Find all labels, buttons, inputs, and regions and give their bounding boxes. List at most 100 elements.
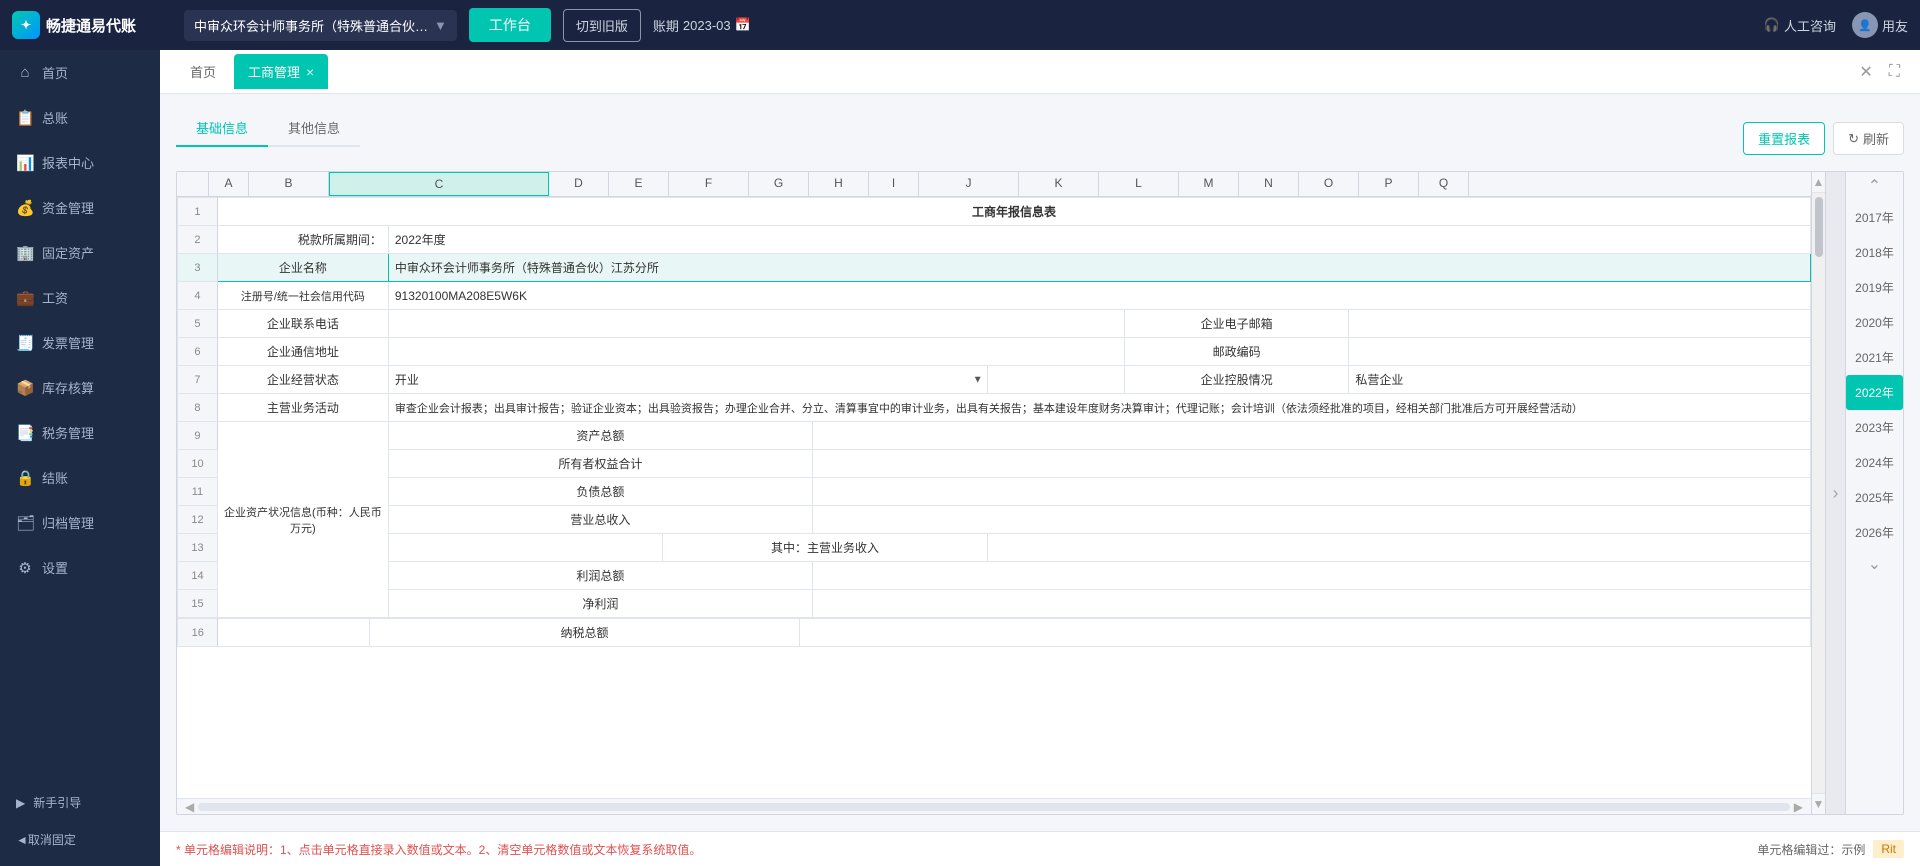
refresh-button[interactable]: ↻ 刷新 — [1833, 122, 1904, 155]
h-scroll-track[interactable] — [198, 803, 1790, 811]
spreadsheet-wrapper: A B C D E F G H I J K L M N O — [176, 171, 1904, 815]
row-num-header — [177, 172, 209, 196]
period-prefix: 账期 — [653, 16, 679, 35]
table-row: 5 企业联系电话 企业电子邮箱 — [178, 310, 1811, 338]
table-cell-title[interactable]: 工商年报信息表 — [217, 198, 1810, 226]
sidebar-item-closing[interactable]: 🔒 结账 — [0, 455, 160, 500]
table-cell-activity[interactable]: 审查企业会计报表；出具审计报告；验证企业资本；出具验资报告；办理企业合并、分立、… — [388, 394, 1810, 422]
table-row: 3 企业名称 中审众环会计师事务所（特殊普通合伙）江苏分所 — [178, 254, 1811, 282]
year-item-2018[interactable]: 2018年 — [1846, 235, 1903, 270]
table-cell[interactable]: 2022年度 — [388, 226, 1810, 254]
year-collapse[interactable]: › — [1825, 172, 1845, 814]
service-button[interactable]: 🎧 人工咨询 — [1764, 16, 1836, 35]
h-scroll-right-icon[interactable]: ▶ — [1790, 800, 1807, 814]
table-cell: 其中：主营业务收入 — [663, 534, 987, 562]
year-item-2022[interactable]: 2022年 — [1846, 375, 1903, 410]
sidebar-item-report-label: 报表中心 — [42, 153, 94, 172]
sub-tab-other[interactable]: 其他信息 — [268, 110, 360, 147]
v-scroll-down-icon[interactable]: ▼ — [1812, 793, 1825, 814]
year-item-2023[interactable]: 2023年 — [1846, 410, 1903, 445]
table-row: 12 营业总收入 — [178, 506, 1811, 534]
calendar-icon[interactable]: 📅 — [735, 17, 751, 33]
tax-icon: 📑 — [16, 424, 34, 442]
sidebar-item-report[interactable]: 📊 报表中心 — [0, 140, 160, 185]
sidebar-item-capital[interactable]: 💰 资金管理 — [0, 185, 160, 230]
table-cell: 所有者权益合计 — [388, 450, 812, 478]
table-cell[interactable] — [799, 619, 1810, 647]
year-item-2024[interactable]: 2024年 — [1846, 445, 1903, 480]
table-area[interactable]: 1 工商年报信息表 2 税款所属期间： 2022年度 — [177, 197, 1811, 798]
tab-active-gongshang[interactable]: 工商管理 × — [234, 54, 328, 89]
table-cell[interactable] — [813, 590, 1811, 618]
row-num: 11 — [178, 478, 218, 506]
col-header-P: P — [1359, 172, 1419, 196]
table-cell[interactable] — [987, 534, 1810, 562]
table-cell[interactable] — [388, 338, 1124, 366]
year-item-2021[interactable]: 2021年 — [1846, 340, 1903, 375]
table-cell[interactable] — [813, 450, 1811, 478]
table-cell[interactable] — [1349, 338, 1811, 366]
footer-edited-label: 单元格编辑过：示例 — [1757, 841, 1865, 858]
unpin-label: ◄取消固定 — [16, 831, 76, 848]
table-cell[interactable] — [813, 478, 1811, 506]
table-cell[interactable] — [813, 422, 1811, 450]
h-scroll-bar[interactable]: ◀ ▶ — [177, 798, 1811, 814]
archive-icon: 🗂 — [16, 514, 34, 532]
tab-home[interactable]: 首页 — [176, 50, 230, 93]
invoice-icon: 🧾 — [16, 334, 34, 352]
tab-close-btn[interactable]: ✕ — [1855, 58, 1876, 86]
chevron-down-icon: ⌄ — [1868, 554, 1881, 574]
tab-expand-btn[interactable]: ⛶ — [1885, 59, 1904, 85]
unpin-item[interactable]: ◄取消固定 — [0, 821, 160, 858]
year-item-2017[interactable]: 2017年 — [1846, 200, 1903, 235]
table-cell[interactable] — [813, 506, 1811, 534]
old-version-button[interactable]: 切到旧版 — [563, 9, 641, 42]
company-selector[interactable]: 中审众环会计师事务所（特殊普通合伙… ▼ — [184, 10, 457, 41]
app-name: 畅捷通易代账 — [46, 15, 136, 36]
new-guide-item[interactable]: ▶ 新手引导 — [0, 784, 160, 821]
sidebar-item-settings[interactable]: ⚙ 设置 — [0, 545, 160, 590]
table-cell: 企业联系电话 — [217, 310, 388, 338]
workbench-button[interactable]: 工作台 — [469, 8, 551, 42]
v-scroll-track[interactable] — [1812, 193, 1825, 793]
sidebar-item-wage[interactable]: 💼 工资 — [0, 275, 160, 320]
closing-icon: 🔒 — [16, 469, 34, 487]
tab-close-button[interactable]: × — [306, 65, 314, 79]
sub-tab-basic[interactable]: 基础信息 — [176, 110, 268, 147]
table-cell-company[interactable]: 中审众环会计师事务所（特殊普通合伙）江苏分所 — [388, 254, 1810, 282]
table-row: 4 注册号/统一社会信用代码 91320100MA208E5W6K — [178, 282, 1811, 310]
table-cell[interactable] — [388, 310, 1124, 338]
table-cell[interactable]: 91320100MA208E5W6K — [388, 282, 1810, 310]
sidebar-item-tax[interactable]: 📑 税务管理 — [0, 410, 160, 455]
user-menu[interactable]: 👤 用友 — [1852, 12, 1908, 38]
h-scroll-left-icon[interactable]: ◀ — [181, 800, 198, 814]
sidebar-item-inventory[interactable]: 📦 库存核算 — [0, 365, 160, 410]
sidebar-item-home[interactable]: ⌂ 首页 — [0, 50, 160, 95]
chevron-down-icon: ▼ — [434, 18, 447, 33]
sidebar-item-inventory-label: 库存核算 — [42, 378, 94, 397]
year-nav-down[interactable]: ⌄ — [1846, 550, 1903, 578]
user-name: 用友 — [1882, 16, 1908, 35]
sidebar-bottom: ▶ 新手引导 ◄取消固定 — [0, 784, 160, 866]
home-icon: ⌂ — [16, 64, 34, 81]
sub-tabs: 基础信息 其他信息 — [176, 110, 360, 147]
table-cell[interactable]: 私营企业 — [1349, 366, 1811, 394]
year-item-2025[interactable]: 2025年 — [1846, 480, 1903, 515]
reset-button[interactable]: 重置报表 — [1743, 122, 1825, 155]
table-cell-status[interactable]: 开业 ▼ — [388, 366, 987, 394]
year-item-2019[interactable]: 2019年 — [1846, 270, 1903, 305]
sidebar-item-invoice[interactable]: 🧾 发票管理 — [0, 320, 160, 365]
year-item-2026[interactable]: 2026年 — [1846, 515, 1903, 550]
table-cell[interactable] — [813, 562, 1811, 590]
sidebar-item-archive[interactable]: 🗂 归档管理 — [0, 500, 160, 545]
sidebar-item-asset[interactable]: 🏢 固定资产 — [0, 230, 160, 275]
table-cell[interactable] — [1349, 310, 1811, 338]
year-nav-up[interactable]: ⌃ — [1846, 172, 1903, 200]
col-header-J: J — [919, 172, 1019, 196]
col-header-D: D — [549, 172, 609, 196]
v-scroll[interactable]: ▲ ▼ — [1811, 172, 1825, 814]
sidebar-item-ledger[interactable]: 📋 总账 — [0, 95, 160, 140]
year-item-2020[interactable]: 2020年 — [1846, 305, 1903, 340]
v-scroll-up-icon[interactable]: ▲ — [1812, 172, 1825, 193]
v-scroll-thumb[interactable] — [1815, 197, 1823, 257]
